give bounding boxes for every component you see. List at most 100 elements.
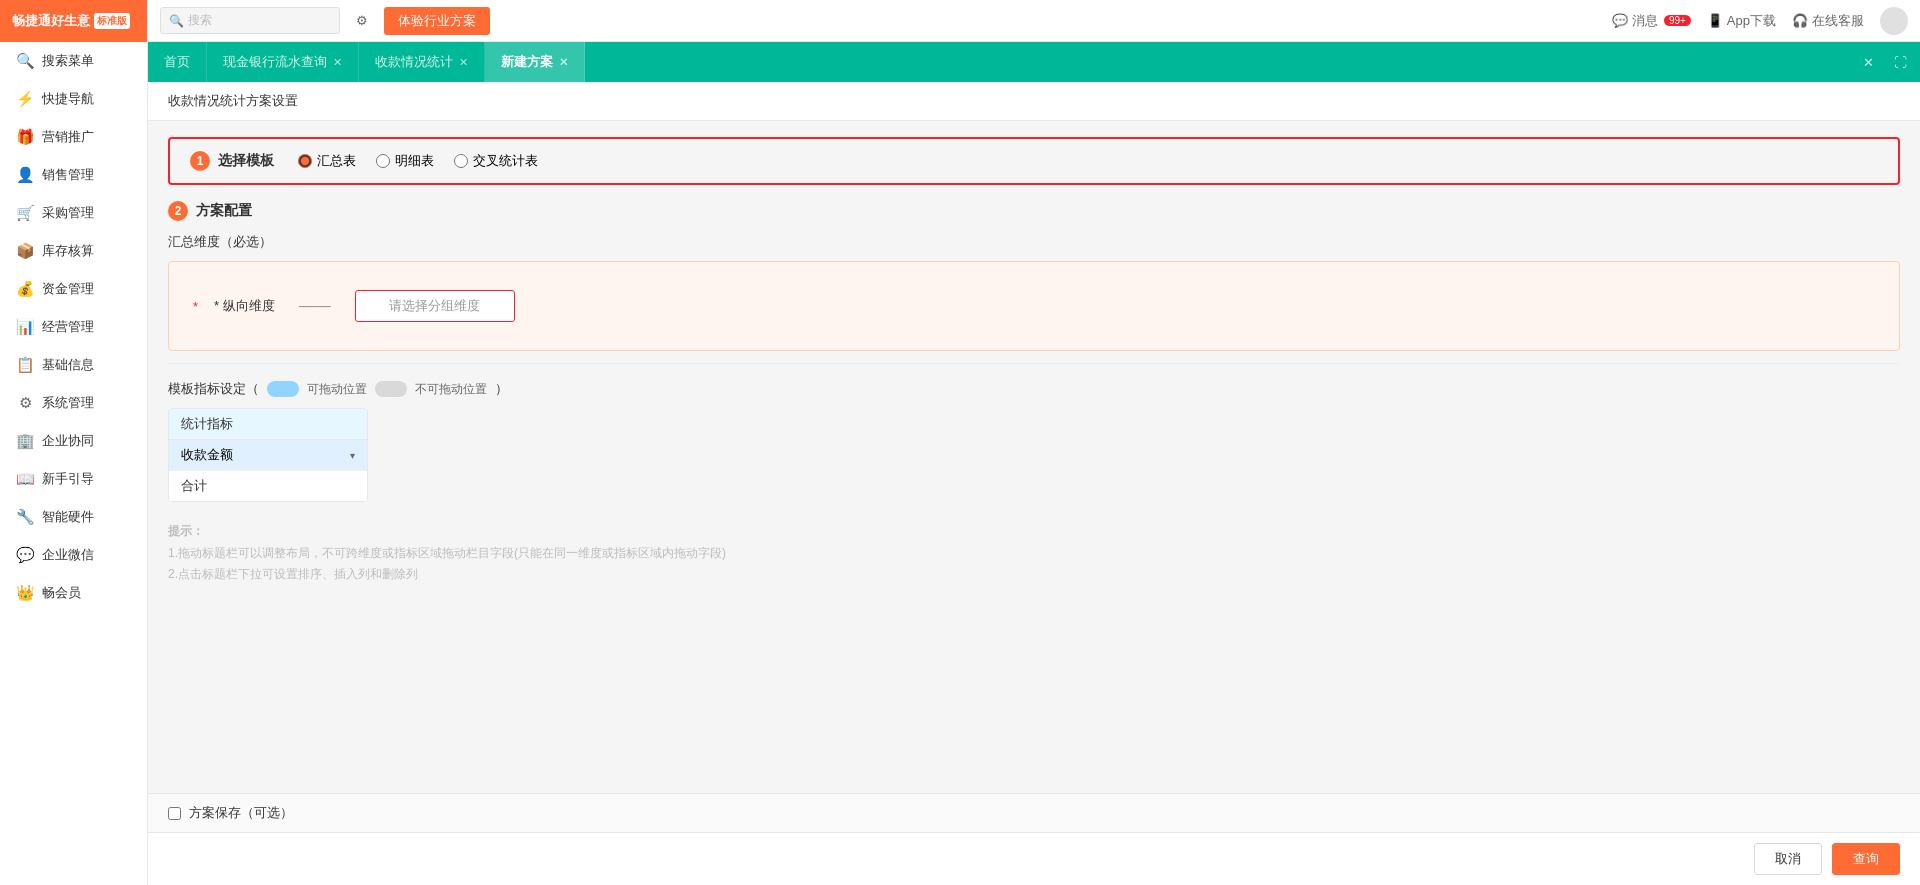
step2-label: 2 方案配置 <box>168 201 252 221</box>
sidebar-item-basicinfo[interactable]: 📋 基础信息 <box>0 346 147 384</box>
metrics-title-text: 模板指标设定（ <box>168 380 259 398</box>
sidebar-item-label: 资金管理 <box>42 280 94 298</box>
topbar-search[interactable]: 🔍 搜索 <box>160 7 340 34</box>
sidebar-item-operations[interactable]: 📊 经营管理 <box>0 308 147 346</box>
radio-detail-input[interactable] <box>376 154 390 168</box>
save-checkbox[interactable] <box>168 807 181 820</box>
topbar-right: 💬 消息 99+ 📱 App下载 🎧 在线客服 <box>1612 7 1908 35</box>
tab-cash-bank-label: 现金银行流水查询 <box>223 53 327 71</box>
metrics-close-paren: ） <box>495 380 508 398</box>
tab-new-plan-label: 新建方案 <box>501 53 553 71</box>
radio-summary-input[interactable] <box>298 154 312 168</box>
radio-cross[interactable]: 交叉统计表 <box>454 152 538 170</box>
step1-container: 1 选择模板 汇总表 明细表 <box>168 137 1900 185</box>
sidebar-item-wechat[interactable]: 💬 企业微信 <box>0 536 147 574</box>
tab-cash-bank[interactable]: 现金银行流水查询 ✕ <box>207 42 359 82</box>
member-icon: 👑 <box>16 584 34 602</box>
service-label: 在线客服 <box>1812 12 1864 30</box>
sidebar-item-label: 企业微信 <box>42 546 94 564</box>
step2-num: 2 <box>168 201 188 221</box>
sidebar-item-label: 畅会员 <box>42 584 81 602</box>
sidebar-item-label: 基础信息 <box>42 356 94 374</box>
tab-close-all-button[interactable]: ✕ <box>1856 50 1880 74</box>
tab-home[interactable]: 首页 <box>148 42 207 82</box>
inventory-icon: 📦 <box>16 242 34 260</box>
metrics-label-row: 模板指标设定（ 可拖动位置 不可拖动位置 ） <box>168 380 1900 398</box>
metrics-table: 统计指标 收款金额 ▾ 合计 <box>168 408 368 502</box>
tips-title: 提示： <box>168 524 204 538</box>
wechat-icon: 💬 <box>16 546 34 564</box>
sidebar-item-label: 企业协同 <box>42 432 94 450</box>
sidebar-item-label: 营销推广 <box>42 128 94 146</box>
sidebar-item-quicknav[interactable]: ⚡ 快捷导航 <box>0 80 147 118</box>
topbar: 🔍 搜索 ⚙ 体验行业方案 💬 消息 99+ 📱 App下载 🎧 在线客服 <box>148 0 1920 42</box>
notification-button[interactable]: 💬 消息 99+ <box>1612 12 1691 30</box>
download-icon: 📱 <box>1707 13 1723 28</box>
sidebar-item-search[interactable]: 🔍 搜索菜单 <box>0 42 147 80</box>
footer: 取消 查询 <box>148 832 1920 885</box>
tips-area: 提示： 1.拖动标题栏可以调整布局，不可跨维度或指标区域拖动栏目字段(只能在同一… <box>168 521 1900 586</box>
step2-title: 方案配置 <box>196 202 252 220</box>
sidebar: 畅捷通好生意 标准版 🔍 搜索菜单 ⚡ 快捷导航 🎁 营销推广 👤 销售管理 🛒… <box>0 0 148 885</box>
dropdown-icon: ▾ <box>350 450 355 461</box>
tab-cash-bank-close[interactable]: ✕ <box>333 56 342 69</box>
sidebar-item-purchase[interactable]: 🛒 采购管理 <box>0 194 147 232</box>
search-icon: 🔍 <box>169 14 184 28</box>
query-button[interactable]: 查询 <box>1832 843 1900 875</box>
hardware-icon: 🔧 <box>16 508 34 526</box>
notification-icon: 💬 <box>1612 13 1628 28</box>
step1-title: 选择模板 <box>218 152 274 170</box>
download-button[interactable]: 📱 App下载 <box>1707 12 1776 30</box>
sidebar-item-inventory[interactable]: 📦 库存核算 <box>0 232 147 270</box>
sidebar-item-label: 新手引导 <box>42 470 94 488</box>
sidebar-item-label: 搜索菜单 <box>42 52 94 70</box>
sidebar-item-label: 销售管理 <box>42 166 94 184</box>
radio-detail[interactable]: 明细表 <box>376 152 434 170</box>
sales-icon: 👤 <box>16 166 34 184</box>
sidebar-item-enterprise[interactable]: 🏢 企业协同 <box>0 422 147 460</box>
logo-badge: 标准版 <box>94 13 130 29</box>
download-label: App下载 <box>1727 12 1776 30</box>
dim-row-label: * 纵向维度 <box>214 297 275 315</box>
template-radio-group: 汇总表 明细表 交叉统计表 <box>298 152 538 170</box>
radio-detail-label: 明细表 <box>395 152 434 170</box>
radio-summary[interactable]: 汇总表 <box>298 152 356 170</box>
industry-button[interactable]: 体验行业方案 <box>384 7 490 35</box>
tab-receipt-stats-label: 收款情况统计 <box>375 53 453 71</box>
tab-new-plan[interactable]: 新建方案 ✕ <box>485 42 585 82</box>
sidebar-item-guide[interactable]: 📖 新手引导 <box>0 460 147 498</box>
metrics-col-header[interactable]: 收款金额 ▾ <box>169 440 367 470</box>
cancel-button[interactable]: 取消 <box>1754 843 1822 875</box>
tab-receipt-stats[interactable]: 收款情况统计 ✕ <box>359 42 485 82</box>
sidebar-item-label: 智能硬件 <box>42 508 94 526</box>
operations-icon: 📊 <box>16 318 34 336</box>
draggable-label: 可拖动位置 <box>307 381 367 398</box>
radio-cross-input[interactable] <box>454 154 468 168</box>
page-body: 1 选择模板 汇总表 明细表 <box>148 121 1920 793</box>
guide-icon: 📖 <box>16 470 34 488</box>
sidebar-item-label: 系统管理 <box>42 394 94 412</box>
template-section: 1 选择模板 汇总表 明细表 <box>168 137 1900 185</box>
sidebar-item-sales[interactable]: 👤 销售管理 <box>0 156 147 194</box>
service-button[interactable]: 🎧 在线客服 <box>1792 12 1864 30</box>
tabbar: 首页 现金银行流水查询 ✕ 收款情况统计 ✕ 新建方案 ✕ ✕ ⛶ <box>148 42 1920 82</box>
sidebar-item-marketing[interactable]: 🎁 营销推广 <box>0 118 147 156</box>
sidebar-item-finance[interactable]: 💰 资金管理 <box>0 270 147 308</box>
tab-receipt-stats-close[interactable]: ✕ <box>459 56 468 69</box>
tips-line2: 2.点击标题栏下拉可设置排序、插入列和删除列 <box>168 564 1900 586</box>
gear-button[interactable]: ⚙ <box>348 7 376 35</box>
sidebar-item-member[interactable]: 👑 畅会员 <box>0 574 147 612</box>
dim-select-button[interactable]: 请选择分组维度 <box>355 290 515 322</box>
non-draggable-toggle[interactable] <box>375 381 407 397</box>
tab-expand-button[interactable]: ⛶ <box>1888 50 1912 74</box>
tab-new-plan-close[interactable]: ✕ <box>559 56 568 69</box>
notif-badge: 99+ <box>1664 15 1691 26</box>
sidebar-item-label: 采购管理 <box>42 204 94 222</box>
sidebar-item-system[interactable]: ⚙ 系统管理 <box>0 384 147 422</box>
tabbar-right: ✕ ⛶ <box>1856 50 1920 74</box>
user-avatar[interactable] <box>1880 7 1908 35</box>
draggable-toggle[interactable] <box>267 381 299 397</box>
dim-arrow: —— <box>299 297 331 315</box>
radio-cross-label: 交叉统计表 <box>473 152 538 170</box>
sidebar-item-hardware[interactable]: 🔧 智能硬件 <box>0 498 147 536</box>
